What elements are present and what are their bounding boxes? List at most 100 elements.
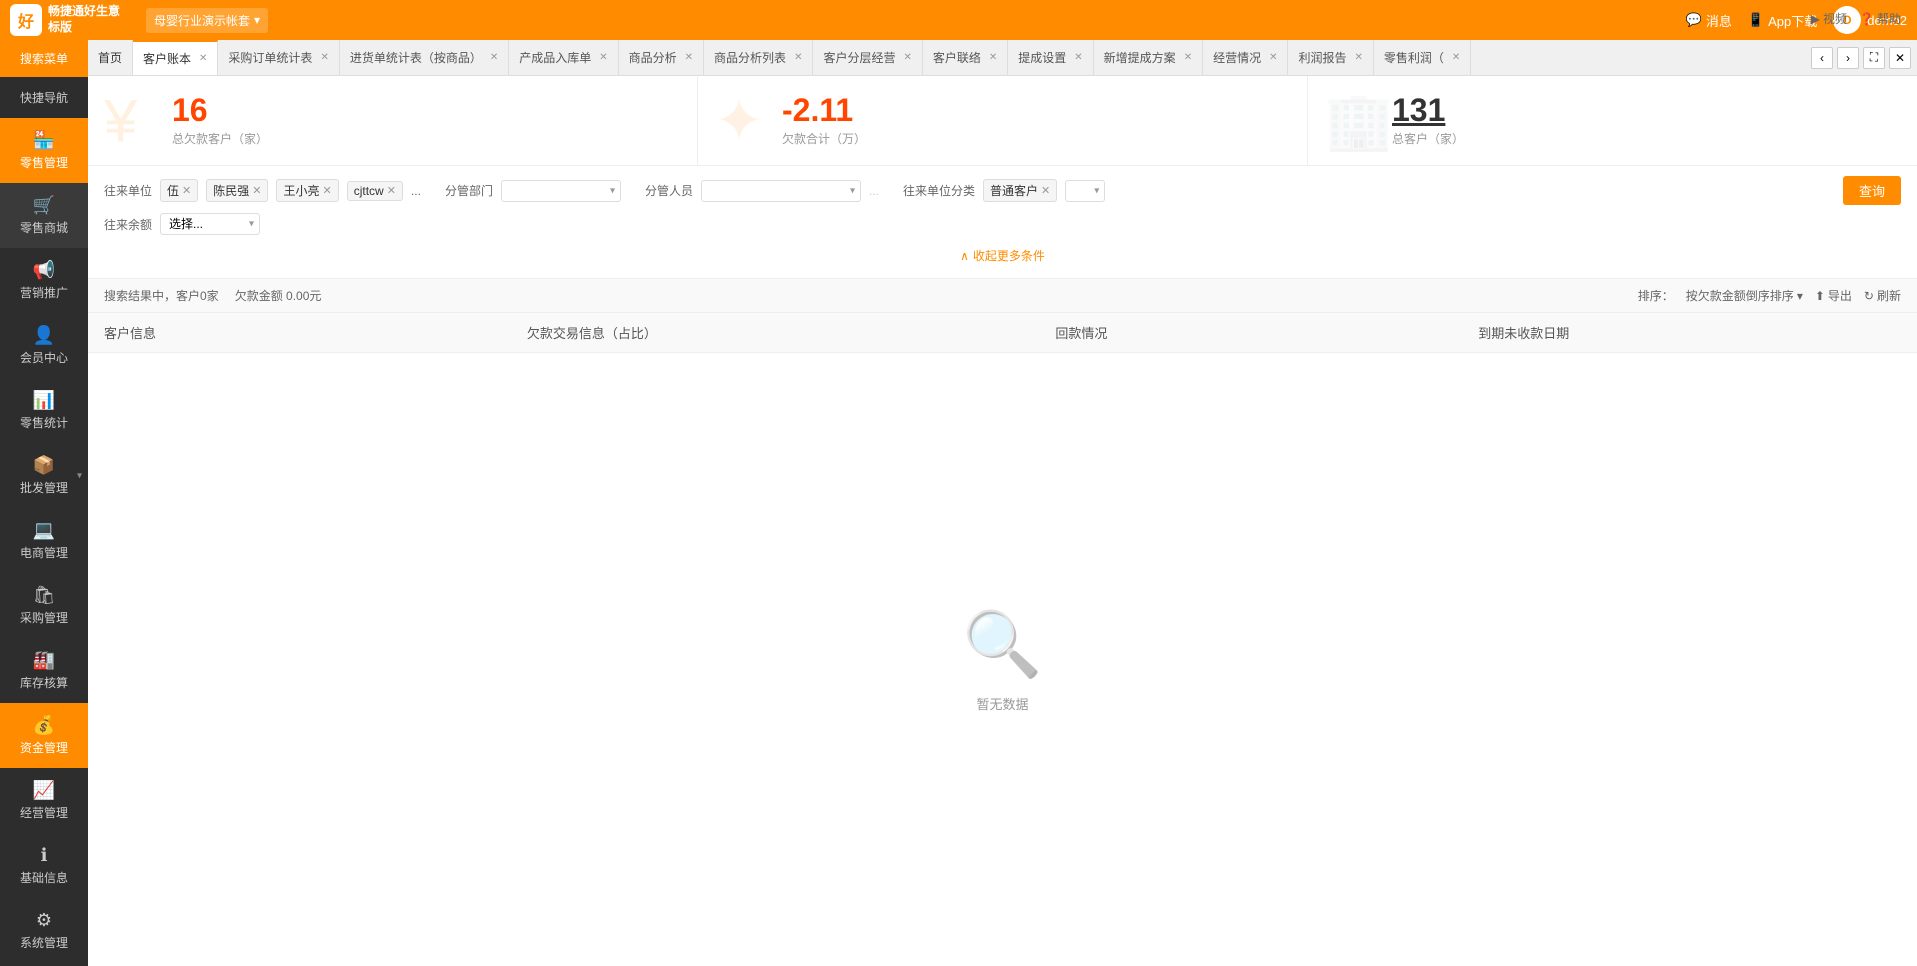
tab-customer-contact[interactable]: 客户联络 ✕ [923,40,1008,76]
sidebar-item-quick-nav[interactable]: 快捷导航 [0,77,88,118]
tab-actions: ‹ › ⛶ ✕ [1811,47,1917,69]
table-col-customer-info: 客户信息 [104,323,527,342]
tab-purchase-order[interactable]: 采购订单统计表 ✕ [218,40,339,76]
unit-class-select-wrap [1065,180,1105,202]
refresh-btn[interactable]: ↻ 刷新 [1864,287,1901,304]
tab-stock-stats[interactable]: 进货单统计表（按商品） ✕ [340,40,509,76]
filter-row-2: 往来余额 选择... [104,213,1901,235]
close-tab-operation-status[interactable]: ✕ [1269,52,1277,63]
stat-overdue-customers-number: 16 [172,94,268,126]
close-tab-purchase-order[interactable]: ✕ [320,52,328,63]
tab-maximize[interactable]: ⛶ [1863,47,1885,69]
close-tab-retail-profit[interactable]: ✕ [1452,52,1460,63]
unit-tag-chen-close[interactable]: ✕ [252,184,261,197]
unit-tag-chen[interactable]: 陈民强 ✕ [206,179,268,202]
person-filter-label: 分管人员 [645,182,693,199]
empty-state: 🔍 暂无数据 [923,567,1083,753]
close-tab-profit-report[interactable]: ✕ [1355,52,1363,63]
close-tab-goods-analysis-list[interactable]: ✕ [794,52,802,63]
sidebar: 搜索菜单 快捷导航 🏪 零售管理 🛒 零售商城 📢 营销推广 👤 会员中心 [0,40,88,966]
workspace-selector[interactable]: 母婴行业演示帐套 ▾ [146,8,268,33]
sidebar-item-retail-mall[interactable]: 🛒 零售商城 [0,183,88,248]
sidebar-item-retail-mgmt[interactable]: 🏪 零售管理 [0,118,88,183]
person-more-btn[interactable]: ... [869,184,879,198]
sidebar-item-inventory[interactable]: 🏭 库存核算 [0,638,88,703]
table-col-overdue-info: 欠款交易信息（占比） [527,323,1056,342]
app-logo-text: 畅捷通好生意 标版 [48,4,120,35]
collapse-btn[interactable]: ∧ 收起更多条件 [960,247,1045,264]
search-result-count: 搜索结果中，客户0家 [104,287,219,304]
tab-new-achievement[interactable]: 新增提成方案 ✕ [1094,40,1203,76]
unit-tag-cjttcw-close[interactable]: ✕ [387,184,396,197]
close-tab-new-achievement[interactable]: ✕ [1184,52,1192,63]
logo-area: 好 畅捷通好生意 标版 [10,4,120,36]
unit-tag-wang-close[interactable]: ✕ [323,184,332,197]
app-wrapper: 好 畅捷通好生意 标版 母婴行业演示帐套 ▾ 💬 消息 📱 App下载 D [0,0,1917,966]
empty-text: 暂无数据 [976,694,1028,713]
app-download-btn[interactable]: 📱 App下载 [1748,11,1817,30]
stat-overdue-amount: ✦ -2.11 欠款合计（万） [698,76,1308,165]
unit-tag-wu-close[interactable]: ✕ [182,184,191,197]
tab-operation-status[interactable]: 经营情况 ✕ [1203,40,1288,76]
close-tab-customer-ledger[interactable]: ✕ [199,53,207,64]
remainder-select[interactable]: 选择... [160,213,260,235]
sidebar-item-purchase-mgmt[interactable]: 🛍 采购管理 [0,573,88,638]
unit-more-btn[interactable]: ... [411,184,421,198]
tab-reminder-settings[interactable]: 提成设置 ✕ [1008,40,1093,76]
sidebar-item-ecommerce-mgmt[interactable]: 💻 电商管理 [0,508,88,573]
messages-btn[interactable]: 💬 消息 [1686,11,1732,30]
close-tab-production-stock[interactable]: ✕ [599,52,607,63]
empty-icon: 🔍 [963,607,1043,682]
sort-select-wrap[interactable]: 按欠款金额倒序排序 ▾ [1686,287,1803,304]
sidebar-item-wholesale-mgmt[interactable]: 📦 批发管理 ▾ [0,443,88,508]
tab-home[interactable]: 首页 [88,40,133,76]
tab-scroll-right[interactable]: › [1837,47,1859,69]
remainder-select-wrap: 选择... [160,213,260,235]
remainder-filter-label: 往来余额 [104,216,152,233]
sidebar-search[interactable]: 搜索菜单 [0,40,88,77]
close-tab-reminder-settings[interactable]: ✕ [1074,52,1082,63]
unit-class-tag-common[interactable]: 普通客户 ✕ [983,179,1057,202]
sidebar-item-member-center[interactable]: 👤 会员中心 [0,313,88,378]
unit-tag-cjttcw[interactable]: cjttcw ✕ [347,181,403,201]
tab-customer-ledger[interactable]: 客户账本 ✕ [133,40,218,76]
close-tab-goods-analysis[interactable]: ✕ [685,52,693,63]
tab-goods-analysis[interactable]: 商品分析 ✕ [619,40,704,76]
tab-bar: 首页 客户账本 ✕ 采购订单统计表 ✕ 进货单统计表（按商品） ✕ 产成品入库单… [88,40,1917,76]
tab-goods-analysis-list[interactable]: 商品分析列表 ✕ [704,40,813,76]
tab-customer-tier[interactable]: 客户分层经营 ✕ [813,40,922,76]
filter-row-1: 往来单位 伍 ✕ 陈民强 ✕ 王小亮 ✕ [104,176,1901,205]
overdue-amount-result: 欠款金额 0.00元 [235,287,322,304]
stat-overdue-customers: ¥ 16 总欠款客户（家） [88,76,698,165]
sidebar-item-operation-mgmt[interactable]: 📈 经营管理 [0,768,88,833]
tab-production-stock[interactable]: 产成品入库单 ✕ [509,40,618,76]
sidebar-item-marketing[interactable]: 📢 营销推广 [0,248,88,313]
table-col-due-date: 到期未收款日期 [1478,323,1901,342]
unit-class-tag-close[interactable]: ✕ [1041,184,1050,197]
tab-profit-report[interactable]: 利润报告 ✕ [1288,40,1373,76]
query-button[interactable]: 查询 [1843,176,1901,205]
tab-scroll-left[interactable]: ‹ [1811,47,1833,69]
close-tab-customer-tier[interactable]: ✕ [903,52,911,63]
sidebar-item-basic-info[interactable]: ℹ 基础信息 [0,833,88,898]
dept-select[interactable] [501,180,621,202]
unit-class-label: 往来单位分类 [903,182,975,199]
unit-tag-wang[interactable]: 王小亮 ✕ [276,179,338,202]
sidebar-item-capital-mgmt[interactable]: 💰 资金管理 [0,703,88,768]
results-bar-right: 排序： 按欠款金额倒序排序 ▾ ⬆ 导出 ↻ 刷新 [1638,287,1901,304]
tab-close-all[interactable]: ✕ [1889,47,1911,69]
tab-retail-profit[interactable]: 零售利润（ ✕ [1374,40,1471,76]
sidebar-item-retail-stats[interactable]: 📊 零售统计 [0,378,88,443]
person-select[interactable] [701,180,861,202]
content-area: 首页 客户账本 ✕ 采购订单统计表 ✕ 进货单统计表（按商品） ✕ 产成品入库单… [88,40,1917,966]
unit-class-select[interactable] [1065,180,1105,202]
close-tab-customer-contact[interactable]: ✕ [989,52,997,63]
table-col-payment: 回款情况 [1055,323,1478,342]
unit-tag-wu[interactable]: 伍 ✕ [160,179,198,202]
export-btn[interactable]: ⬆ 导出 [1815,287,1852,304]
stat-overdue-amount-number: -2.11 [782,94,866,126]
app-logo-icon: 好 [10,4,42,36]
sidebar-item-system-mgmt[interactable]: ⚙ 系统管理 [0,898,88,963]
stat-overdue-amount-label: 欠款合计（万） [782,130,866,147]
close-tab-stock-stats[interactable]: ✕ [490,52,498,63]
